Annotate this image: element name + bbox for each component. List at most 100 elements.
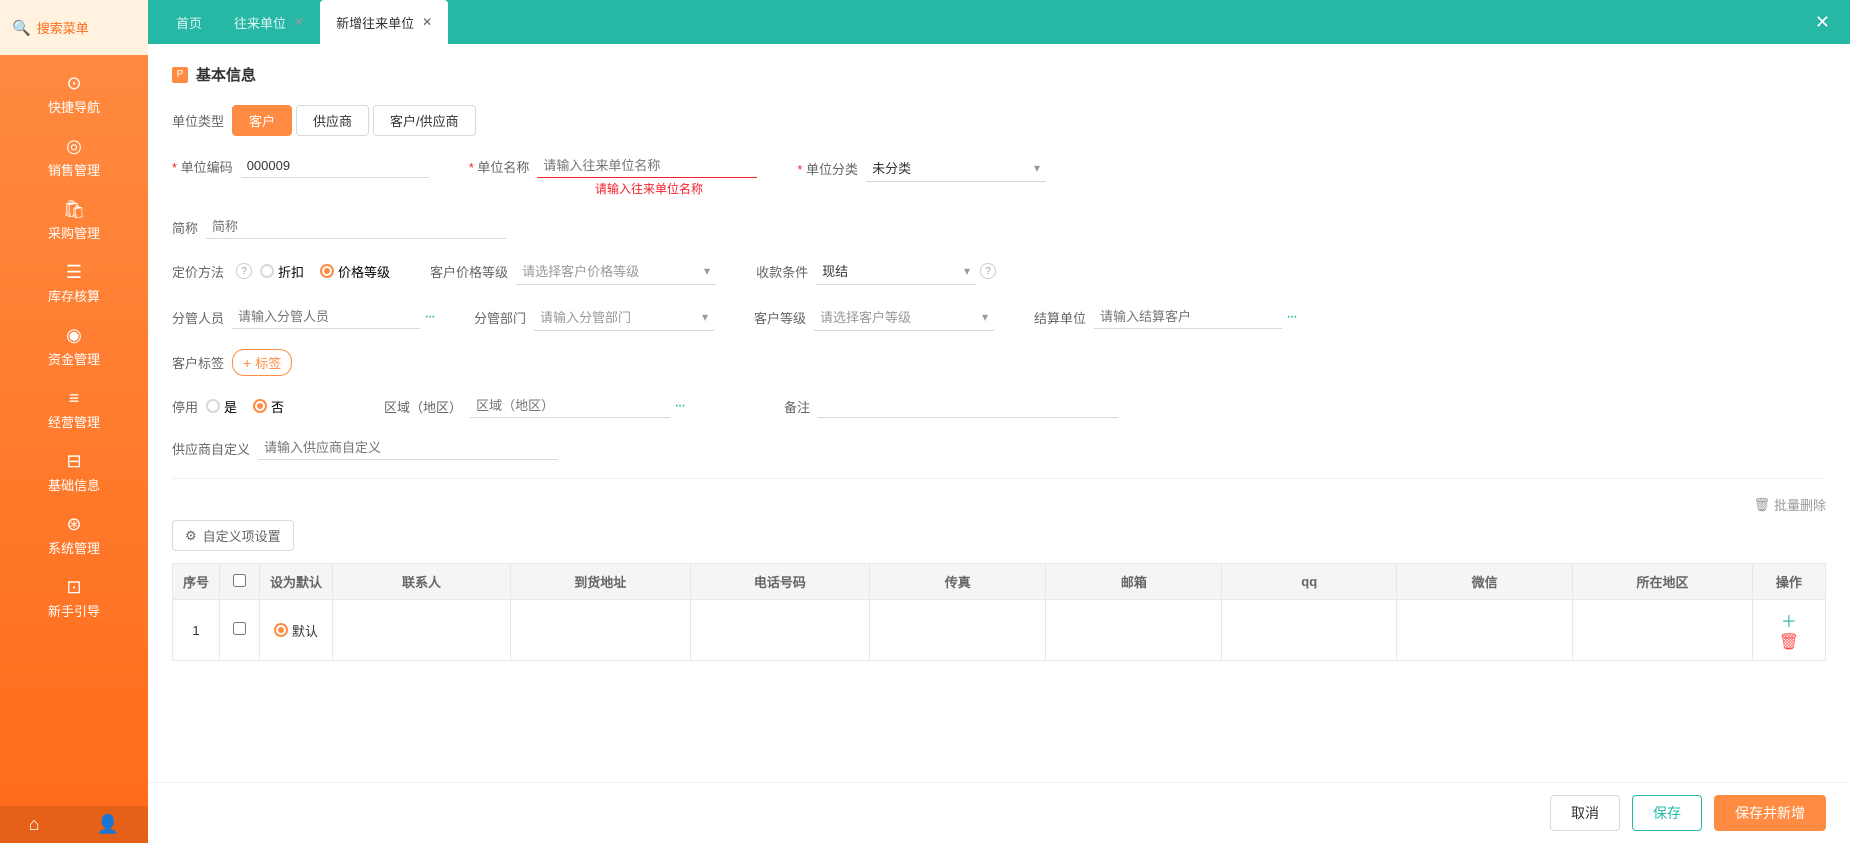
sidebar-item-sales[interactable]: ◎ 销售管理 (0, 126, 148, 189)
short-name-input[interactable] (206, 215, 506, 239)
radio-no[interactable]: 否 (253, 397, 284, 416)
tags-group: 客户标签 + 标签 (172, 349, 292, 376)
search-menu-button[interactable]: 🔍 搜索菜单 (0, 10, 148, 45)
region-more-btn[interactable]: ··· (674, 397, 684, 415)
batch-delete-label: 批量删除 (1774, 495, 1826, 514)
custom-settings-button[interactable]: ⚙ 自定义项设置 (172, 520, 294, 551)
row-address-input[interactable] (521, 623, 680, 638)
col-wechat: 微信 (1397, 564, 1573, 600)
tab-home[interactable]: 首页 (160, 0, 218, 44)
radio-discount[interactable]: 折扣 (260, 262, 304, 281)
row-seq: 1 (173, 600, 220, 661)
row-qq[interactable] (1222, 600, 1397, 661)
sales-icon: ◎ (66, 136, 82, 157)
supervisor-label: 分管人员 (172, 308, 224, 327)
disabled-group: 停用 是 否 (172, 397, 284, 416)
supplier-custom-input[interactable] (258, 436, 558, 460)
settlement-unit-input[interactable] (1094, 305, 1282, 329)
col-default: 设为默认 (260, 564, 333, 600)
tab-new-partner-close[interactable]: ✕ (422, 15, 432, 29)
row-checkbox[interactable] (233, 622, 246, 635)
row-wechat[interactable] (1397, 600, 1573, 661)
search-icon: 🔍 (12, 19, 31, 37)
sidebar-item-inventory[interactable]: ☰ 库存核算 (0, 252, 148, 315)
row-fax[interactable] (870, 600, 1046, 661)
radio-discount-circle (260, 264, 274, 278)
unit-code-group: 单位编码 (172, 154, 429, 178)
tabbar: 首页 往来单位 ✕ 新增往来单位 ✕ ✕ (148, 0, 1850, 44)
unit-type-label: 单位类型 (172, 111, 224, 130)
settlement-unit-group: 结算单位 ··· (1034, 305, 1296, 329)
customer-level-select[interactable]: 请选择客户等级 ▾ (814, 303, 994, 331)
row-contact[interactable] (333, 600, 511, 661)
supervisor-more-btn[interactable]: ··· (424, 308, 434, 326)
unit-name-input[interactable] (537, 154, 757, 178)
supervisor-row: 分管人员 ··· 分管部门 请输入分管部门 ▾ 客户等级 请选择客户等级 ▾ 结… (172, 303, 1826, 331)
row-contact-input[interactable] (343, 623, 500, 638)
col-contact: 联系人 (333, 564, 511, 600)
type-btn-customer[interactable]: 客户 (232, 105, 292, 136)
supplier-custom-row: 供应商自定义 (172, 436, 1826, 460)
cancel-button[interactable]: 取消 (1550, 795, 1620, 831)
short-name-label: 简称 (172, 218, 198, 237)
supplier-custom-label: 供应商自定义 (172, 439, 250, 458)
row-wechat-input[interactable] (1407, 623, 1562, 638)
sidebar-item-finance[interactable]: ◉ 资金管理 (0, 315, 148, 378)
save-button[interactable]: 保存 (1632, 795, 1702, 831)
row-area-input[interactable] (1583, 623, 1742, 638)
row-phone-input[interactable] (701, 623, 860, 638)
tags-row: 客户标签 + 标签 (172, 349, 1826, 376)
settlement-unit-more-btn[interactable]: ··· (1286, 308, 1296, 326)
row-qq-input[interactable] (1232, 623, 1386, 638)
settlement-unit-label: 结算单位 (1034, 308, 1086, 327)
tab-new-partner[interactable]: 新增往来单位 ✕ (320, 0, 448, 44)
sidebar-item-newbie[interactable]: ⊡ 新手引导 (0, 567, 148, 630)
row-delete-button[interactable]: 🗑 (1775, 634, 1803, 651)
row-email-input[interactable] (1056, 623, 1211, 638)
tabbar-close-all[interactable]: ✕ (1807, 12, 1838, 33)
region-label: 区域（地区） (384, 397, 462, 416)
row-address[interactable] (510, 600, 690, 661)
sidebar-item-operations[interactable]: ≡ 经营管理 (0, 378, 148, 441)
row-email[interactable] (1046, 600, 1222, 661)
sidebar-home-button[interactable]: ⌂ (29, 814, 40, 835)
payment-terms-select[interactable]: 现结 ▾ (816, 257, 976, 285)
customer-price-level-select[interactable]: 请选择客户价格等级 ▾ (516, 257, 716, 285)
type-btn-both[interactable]: 客户/供应商 (373, 105, 476, 136)
row-fax-input[interactable] (880, 623, 1035, 638)
radio-price-level[interactable]: 价格等级 (320, 262, 390, 281)
supervisor-input[interactable] (232, 305, 420, 329)
save-and-new-button[interactable]: 保存并新增 (1714, 795, 1826, 831)
sidebar-item-sys-mgmt[interactable]: ⊛ 系统管理 (0, 504, 148, 567)
tab-partner[interactable]: 往来单位 ✕ (218, 0, 320, 44)
sidebar-bottom: ⌂ 👤 (0, 806, 148, 843)
customer-level-label: 客户等级 (754, 308, 806, 327)
remark-input[interactable] (818, 394, 1118, 418)
add-tag-button[interactable]: + 标签 (232, 349, 292, 376)
pricing-method-label: 定价方法 (172, 262, 224, 281)
row-default-radio[interactable]: 默认 (270, 621, 322, 640)
sidebar-item-basic-info[interactable]: ⊟ 基础信息 (0, 441, 148, 504)
row-area[interactable] (1573, 600, 1753, 661)
batch-delete-button[interactable]: 🗑 批量删除 (1753, 495, 1826, 514)
sidebar-item-quick-nav[interactable]: ⊙ 快捷导航 (0, 63, 148, 126)
unit-code-input[interactable] (241, 154, 429, 178)
radio-yes[interactable]: 是 (206, 397, 237, 416)
sidebar-item-label: 系统管理 (48, 538, 100, 557)
row-phone[interactable] (690, 600, 870, 661)
customer-level-placeholder: 请选择客户等级 (820, 307, 982, 326)
sidebar-item-label: 经营管理 (48, 412, 100, 431)
unit-category-select[interactable]: 未分类 ▾ (866, 154, 1046, 182)
tab-partner-close[interactable]: ✕ (294, 15, 304, 29)
department-group: 分管部门 请输入分管部门 ▾ (474, 303, 714, 331)
sidebar-item-purchase[interactable]: 🛍 采购管理 (0, 189, 148, 252)
type-btn-supplier[interactable]: 供应商 (296, 105, 369, 136)
select-all-checkbox[interactable] (233, 574, 246, 587)
region-input[interactable] (470, 394, 670, 418)
payment-terms-help-icon[interactable]: ? (980, 263, 996, 279)
pricing-help-icon[interactable]: ? (236, 263, 252, 279)
main-area: 首页 往来单位 ✕ 新增往来单位 ✕ ✕ P 基本信息 单位类型 客户 供应商 … (148, 0, 1850, 843)
sidebar-user-button[interactable]: 👤 (97, 814, 119, 835)
row-add-button[interactable]: ＋ (1777, 614, 1801, 631)
department-select[interactable]: 请输入分管部门 ▾ (534, 303, 714, 331)
